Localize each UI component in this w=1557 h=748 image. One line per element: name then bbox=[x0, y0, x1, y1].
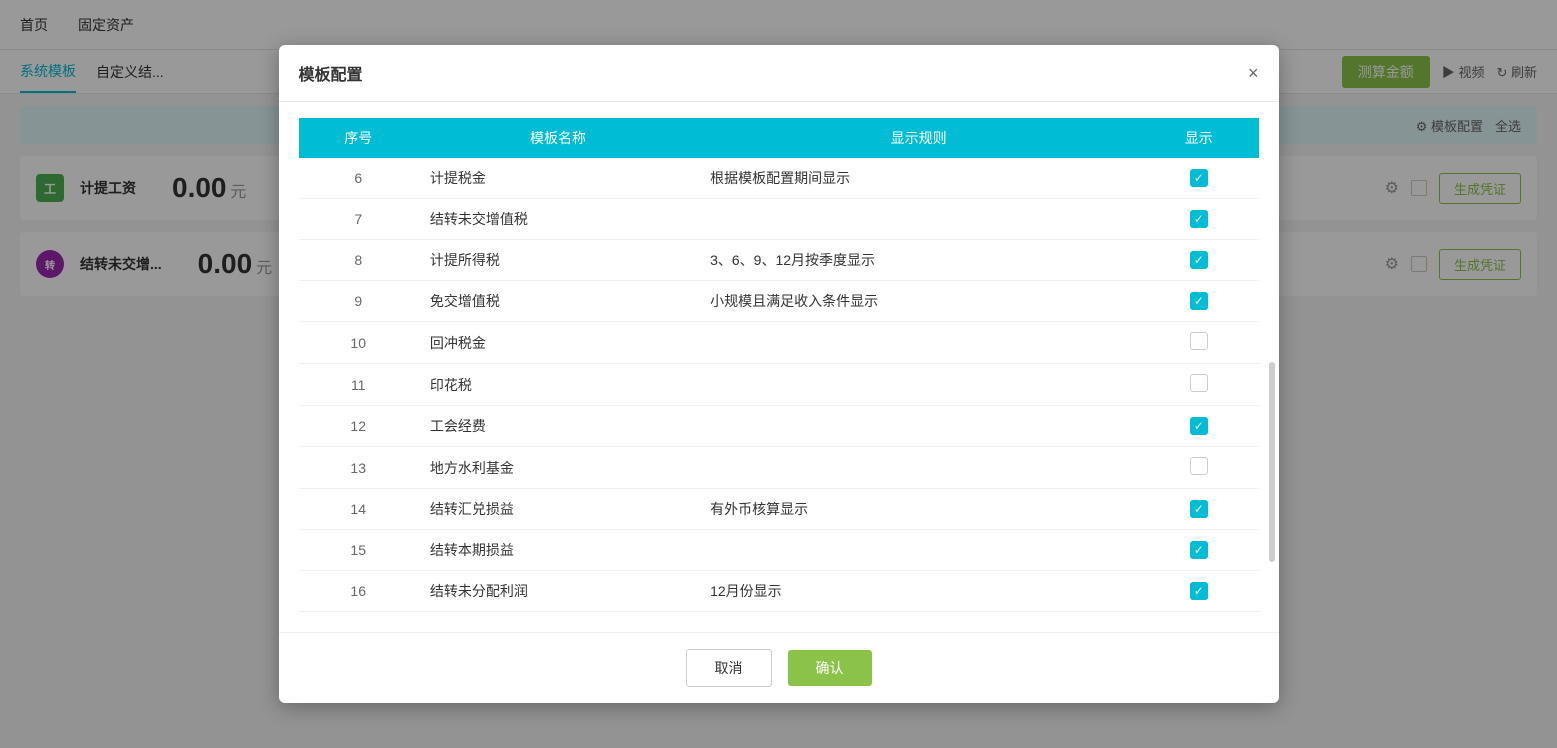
cell-name-2: 计提所得税 bbox=[418, 240, 698, 281]
cancel-button[interactable]: 取消 bbox=[686, 649, 772, 687]
modal-overlay: 模板配置 × 序号 模板名称 显示规则 显示 6计提税金根据模板配置期间显示✓7… bbox=[0, 0, 1557, 748]
checkbox-checked-3[interactable]: ✓ bbox=[1190, 292, 1208, 310]
cell-seq-8: 14 bbox=[299, 489, 418, 530]
cell-show-0: ✓ bbox=[1139, 158, 1258, 199]
col-seq: 序号 bbox=[299, 118, 418, 158]
table-row: 16结转未分配利润12月份显示 ✓ bbox=[299, 571, 1259, 612]
template-config-modal: 模板配置 × 序号 模板名称 显示规则 显示 6计提税金根据模板配置期间显示✓7… bbox=[279, 45, 1279, 703]
modal-close-button[interactable]: × bbox=[1248, 64, 1259, 82]
checkbox-checked-10[interactable]: ✓ bbox=[1190, 582, 1208, 600]
cell-name-8: 结转汇兑损益 bbox=[418, 489, 698, 530]
checkbox-unchecked-7[interactable] bbox=[1190, 457, 1208, 475]
cell-seq-10: 16 bbox=[299, 571, 418, 612]
cell-name-3: 免交增值税 bbox=[418, 281, 698, 322]
cell-show-3: ✓ bbox=[1139, 281, 1258, 322]
cell-rule-4 bbox=[698, 322, 1139, 364]
cell-seq-5: 11 bbox=[299, 364, 418, 406]
checkbox-checked-6[interactable]: ✓ bbox=[1190, 417, 1208, 435]
table-row: 10回冲税金 bbox=[299, 322, 1259, 364]
checkbox-checked-2[interactable]: ✓ bbox=[1190, 251, 1208, 269]
table-header-row: 序号 模板名称 显示规则 显示 bbox=[299, 118, 1259, 158]
checkbox-unchecked-4[interactable] bbox=[1190, 332, 1208, 350]
cell-rule-6 bbox=[698, 406, 1139, 447]
table-row: 9免交增值税小规模且满足收入条件显示 ✓ bbox=[299, 281, 1259, 322]
cell-name-1: 结转未交增值税 bbox=[418, 199, 698, 240]
cell-seq-4: 10 bbox=[299, 322, 418, 364]
cell-name-7: 地方水利基金 bbox=[418, 447, 698, 489]
modal-body: 序号 模板名称 显示规则 显示 6计提税金根据模板配置期间显示✓7结转未交增值税… bbox=[279, 102, 1279, 632]
cell-rule-9 bbox=[698, 530, 1139, 571]
table-row: 11印花税 bbox=[299, 364, 1259, 406]
table-row: 15结转本期损益 ✓ bbox=[299, 530, 1259, 571]
checkbox-unchecked-5[interactable] bbox=[1190, 374, 1208, 392]
cell-seq-1: 7 bbox=[299, 199, 418, 240]
cell-seq-3: 9 bbox=[299, 281, 418, 322]
modal-title: 模板配置 bbox=[299, 61, 363, 85]
cell-rule-5 bbox=[698, 364, 1139, 406]
cell-show-9: ✓ bbox=[1139, 530, 1258, 571]
cell-name-5: 印花税 bbox=[418, 364, 698, 406]
cell-rule-0: 根据模板配置期间显示 bbox=[698, 158, 1139, 199]
col-name: 模板名称 bbox=[418, 118, 698, 158]
cell-seq-2: 8 bbox=[299, 240, 418, 281]
cell-show-8: ✓ bbox=[1139, 489, 1258, 530]
cell-seq-9: 15 bbox=[299, 530, 418, 571]
checkbox-checked-8[interactable]: ✓ bbox=[1190, 500, 1208, 518]
cell-name-0: 计提税金 bbox=[418, 158, 698, 199]
table-row: 6计提税金根据模板配置期间显示 ✓ bbox=[299, 158, 1259, 199]
table-row: 13地方水利基金 bbox=[299, 447, 1259, 489]
cell-rule-10: 12月份显示 bbox=[698, 571, 1139, 612]
cell-show-7 bbox=[1139, 447, 1258, 489]
cell-rule-2: 3、6、9、12月按季度显示 bbox=[698, 240, 1139, 281]
col-rule: 显示规则 bbox=[698, 118, 1139, 158]
cell-show-6: ✓ bbox=[1139, 406, 1258, 447]
scroll-thumb bbox=[1269, 362, 1275, 562]
cell-show-1: ✓ bbox=[1139, 199, 1258, 240]
cell-seq-7: 13 bbox=[299, 447, 418, 489]
checkbox-checked-9[interactable]: ✓ bbox=[1190, 541, 1208, 559]
cell-show-2: ✓ bbox=[1139, 240, 1258, 281]
modal-header: 模板配置 × bbox=[279, 45, 1279, 102]
cell-rule-7 bbox=[698, 447, 1139, 489]
col-show: 显示 bbox=[1139, 118, 1258, 158]
table-row: 14结转汇兑损益有外币核算显示 ✓ bbox=[299, 489, 1259, 530]
config-table: 序号 模板名称 显示规则 显示 6计提税金根据模板配置期间显示✓7结转未交增值税… bbox=[299, 118, 1259, 612]
cell-show-5 bbox=[1139, 364, 1258, 406]
cell-show-4 bbox=[1139, 322, 1258, 364]
cell-rule-8: 有外币核算显示 bbox=[698, 489, 1139, 530]
checkbox-checked-0[interactable]: ✓ bbox=[1190, 169, 1208, 187]
checkbox-checked-1[interactable]: ✓ bbox=[1190, 210, 1208, 228]
scrollbar[interactable] bbox=[1269, 182, 1275, 632]
cell-seq-0: 6 bbox=[299, 158, 418, 199]
cell-name-4: 回冲税金 bbox=[418, 322, 698, 364]
cell-seq-6: 12 bbox=[299, 406, 418, 447]
cell-rule-1 bbox=[698, 199, 1139, 240]
modal-footer: 取消 确认 bbox=[279, 632, 1279, 703]
table-row: 12工会经费 ✓ bbox=[299, 406, 1259, 447]
confirm-button[interactable]: 确认 bbox=[788, 650, 872, 686]
cell-show-10: ✓ bbox=[1139, 571, 1258, 612]
cell-name-9: 结转本期损益 bbox=[418, 530, 698, 571]
table-row: 7结转未交增值税 ✓ bbox=[299, 199, 1259, 240]
cell-rule-3: 小规模且满足收入条件显示 bbox=[698, 281, 1139, 322]
cell-name-6: 工会经费 bbox=[418, 406, 698, 447]
cell-name-10: 结转未分配利润 bbox=[418, 571, 698, 612]
table-row: 8计提所得税3、6、9、12月按季度显示 ✓ bbox=[299, 240, 1259, 281]
